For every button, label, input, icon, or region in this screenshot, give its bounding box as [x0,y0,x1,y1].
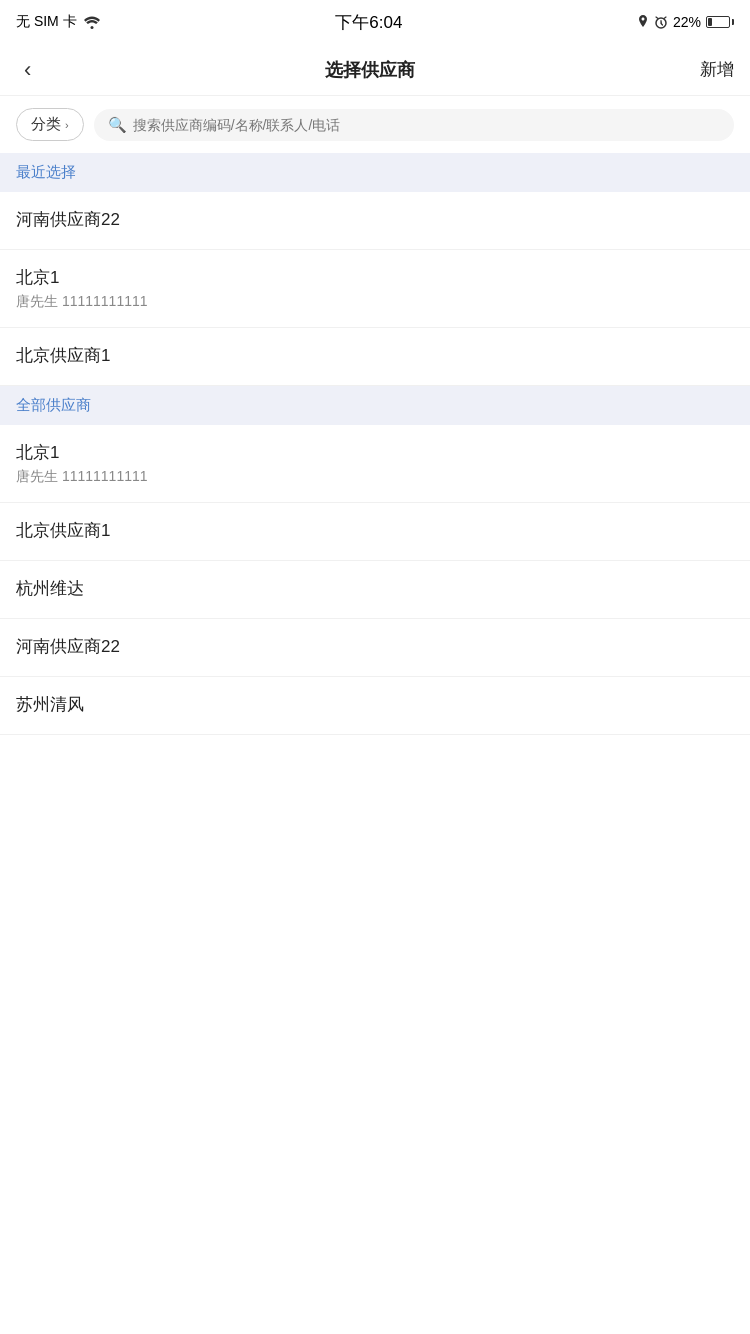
location-icon [637,15,649,29]
new-button[interactable]: 新增 [700,58,734,81]
list-item[interactable]: 北京供应商1 [0,503,750,561]
item-name: 北京1 [16,441,734,464]
search-icon: 🔍 [108,116,127,134]
list-item[interactable]: 北京1 唐先生 11111111111 [0,250,750,328]
list-item[interactable]: 杭州维达 [0,561,750,619]
search-input[interactable] [133,117,720,133]
item-name: 杭州维达 [16,577,734,600]
item-name: 北京1 [16,266,734,289]
status-time: 下午6:04 [335,11,402,34]
chevron-right-icon: › [65,119,69,131]
battery-icon [706,16,734,28]
page-title: 选择供应商 [325,58,415,82]
recent-list: 河南供应商22 北京1 唐先生 11111111111 北京供应商1 [0,192,750,386]
list-item[interactable]: 河南供应商22 [0,619,750,677]
item-name: 北京供应商1 [16,519,734,542]
no-sim-label: 无 SIM 卡 [16,13,77,31]
item-name: 河南供应商22 [16,635,734,658]
item-name: 河南供应商22 [16,208,734,231]
item-sub: 唐先生 11111111111 [16,468,734,486]
list-item[interactable]: 北京供应商1 [0,328,750,386]
search-box: 🔍 [94,109,734,141]
item-name: 苏州清风 [16,693,734,716]
category-label: 分类 [31,115,61,134]
battery-percent: 22% [673,14,701,30]
all-section-header: 全部供应商 [0,386,750,425]
category-filter-button[interactable]: 分类 › [16,108,84,141]
back-button[interactable]: ‹ [16,53,39,87]
list-item[interactable]: 河南供应商22 [0,192,750,250]
recent-section-header: 最近选择 [0,153,750,192]
alarm-icon [654,15,668,29]
status-left: 无 SIM 卡 [16,13,101,31]
list-item[interactable]: 苏州清风 [0,677,750,735]
item-name: 北京供应商1 [16,344,734,367]
all-list: 北京1 唐先生 11111111111 北京供应商1 杭州维达河南供应商22 苏州清风 [0,425,750,735]
list-item[interactable]: 北京1 唐先生 11111111111 [0,425,750,503]
filter-bar: 分类 › 🔍 [0,96,750,153]
status-right: 22% [637,14,734,30]
status-bar: 无 SIM 卡 下午6:04 22% [0,0,750,44]
wifi-icon [83,16,101,29]
nav-bar: ‹ 选择供应商 新增 [0,44,750,96]
item-sub: 唐先生 11111111111 [16,293,734,311]
svg-point-0 [90,26,93,29]
